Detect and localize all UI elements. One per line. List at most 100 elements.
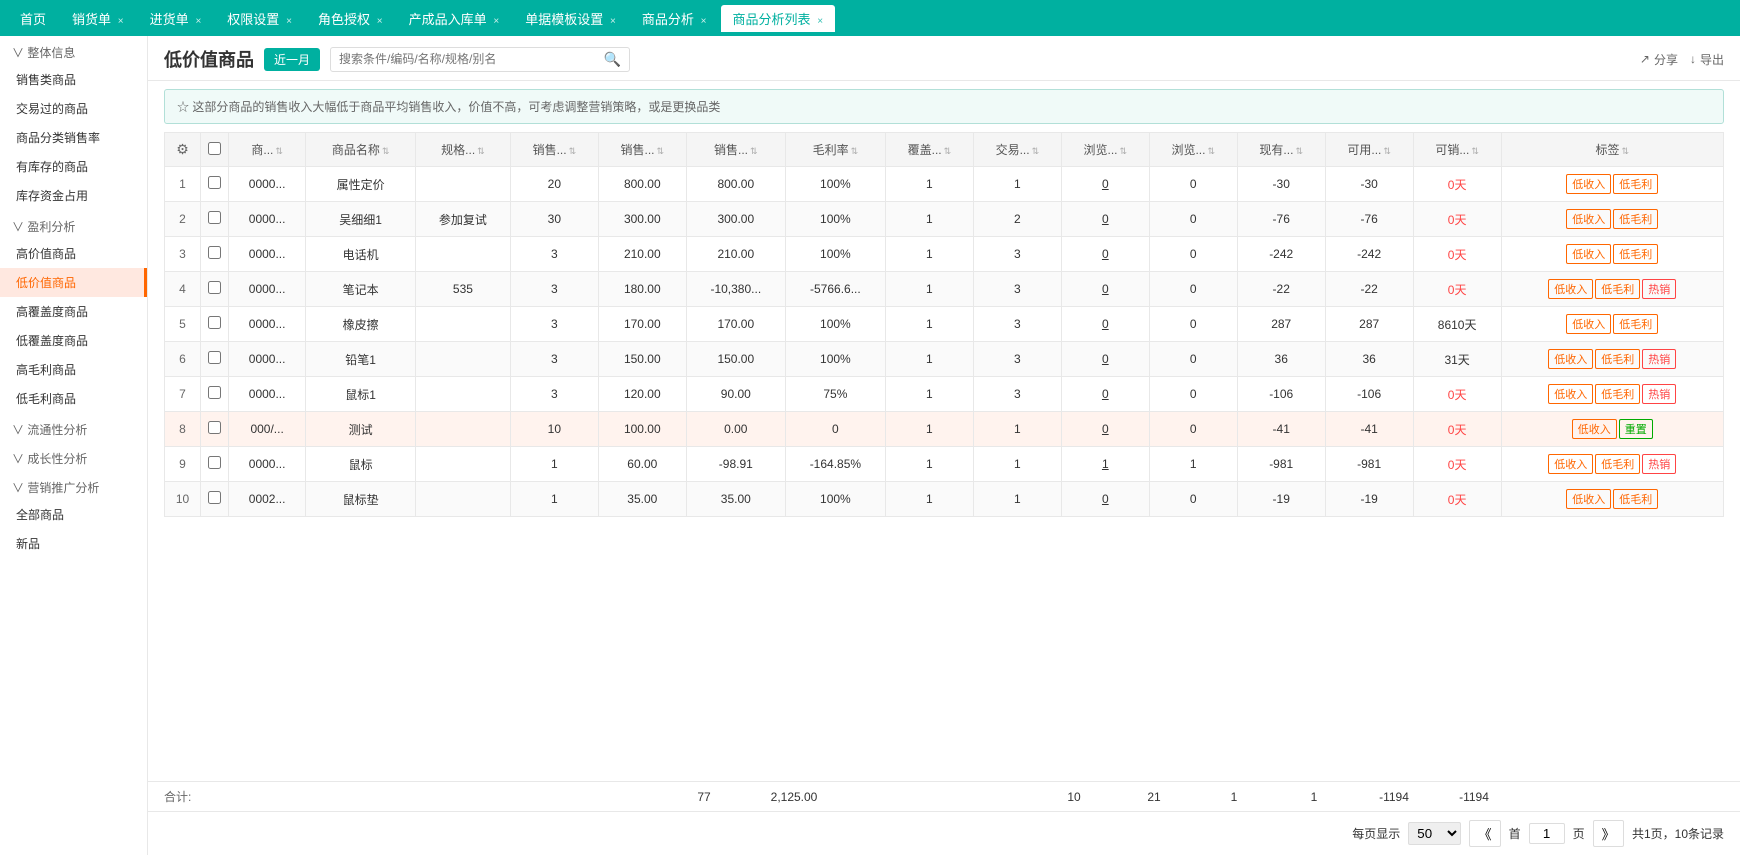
- row-view1[interactable]: 0: [1061, 202, 1149, 237]
- nav-close-icon[interactable]: ×: [698, 16, 707, 27]
- col-name[interactable]: 商品名称⇅: [306, 133, 416, 167]
- sidebar-group-流通性分析[interactable]: ∨ 流通性分析: [0, 413, 147, 442]
- sidebar-item-销售类商品[interactable]: 销售类商品: [0, 65, 147, 94]
- sidebar-item-有库存的商品[interactable]: 有库存的商品: [0, 152, 147, 181]
- share-button[interactable]: ↗ 分享: [1640, 51, 1678, 68]
- gear-col[interactable]: ⚙: [165, 133, 201, 167]
- col-stock[interactable]: 现有...⇅: [1237, 133, 1325, 167]
- row-checkbox-cell[interactable]: [201, 377, 229, 412]
- select-all-checkbox[interactable]: [208, 142, 221, 155]
- row-view1[interactable]: 0: [1061, 377, 1149, 412]
- row-checkbox-cell[interactable]: [201, 237, 229, 272]
- first-page-button[interactable]: 《: [1469, 820, 1500, 847]
- nav-close-icon[interactable]: ×: [374, 16, 383, 27]
- row-checkbox-cell[interactable]: [201, 342, 229, 377]
- row-checkbox-cell[interactable]: [201, 272, 229, 307]
- nav-item-首页[interactable]: 首页: [8, 5, 58, 32]
- view1-link[interactable]: 1: [1102, 457, 1109, 471]
- col-code[interactable]: 商...⇅: [229, 133, 306, 167]
- sidebar-group-营销推广分析[interactable]: ∨ 营销推广分析: [0, 471, 147, 500]
- col-s1[interactable]: 销售...⇅: [510, 133, 598, 167]
- nav-item-商品分析列表[interactable]: 商品分析列表 ×: [721, 5, 836, 32]
- search-icon[interactable]: 🔍: [604, 51, 621, 68]
- col-days[interactable]: 可销...⇅: [1413, 133, 1501, 167]
- sidebar-item-全部商品[interactable]: 全部商品: [0, 500, 147, 529]
- col-gross[interactable]: 毛利率⇅: [785, 133, 885, 167]
- row-checkbox-cell[interactable]: [201, 307, 229, 342]
- nav-close-icon[interactable]: ×: [607, 16, 616, 27]
- page-number-input[interactable]: [1529, 823, 1565, 844]
- nav-item-权限设置[interactable]: 权限设置 ×: [215, 5, 304, 32]
- view1-link[interactable]: 0: [1102, 492, 1109, 506]
- row-checkbox[interactable]: [208, 176, 221, 189]
- nav-close-icon[interactable]: ×: [815, 16, 824, 27]
- row-checkbox[interactable]: [208, 351, 221, 364]
- col-s2[interactable]: 销售...⇅: [598, 133, 686, 167]
- row-checkbox[interactable]: [208, 491, 221, 504]
- row-checkbox[interactable]: [208, 281, 221, 294]
- row-checkbox-cell[interactable]: [201, 412, 229, 447]
- nav-close-icon[interactable]: ×: [491, 16, 500, 27]
- row-checkbox[interactable]: [208, 456, 221, 469]
- view1-link[interactable]: 0: [1102, 422, 1109, 436]
- nav-item-销货单[interactable]: 销货单 ×: [60, 5, 136, 32]
- sidebar-item-低价值商品[interactable]: 低价值商品: [0, 268, 147, 297]
- sidebar-item-交易过的商品[interactable]: 交易过的商品: [0, 94, 147, 123]
- col-view2[interactable]: 浏览...⇅: [1149, 133, 1237, 167]
- row-checkbox[interactable]: [208, 211, 221, 224]
- sidebar-item-库存资金占用[interactable]: 库存资金占用: [0, 181, 147, 210]
- col-avail[interactable]: 可用...⇅: [1325, 133, 1413, 167]
- sidebar-item-低覆盖度商品[interactable]: 低覆盖度商品: [0, 326, 147, 355]
- nav-item-单据模板设置[interactable]: 单据模板设置 ×: [513, 5, 628, 32]
- search-input[interactable]: [339, 52, 598, 66]
- sidebar-group-成长性分析[interactable]: ∨ 成长性分析: [0, 442, 147, 471]
- sidebar-group-整体信息[interactable]: ∨ 整体信息: [0, 36, 147, 65]
- export-button[interactable]: ↓ 导出: [1690, 51, 1724, 68]
- sidebar-group-盈利分析[interactable]: ∨ 盈利分析: [0, 210, 147, 239]
- view1-link[interactable]: 0: [1102, 247, 1109, 261]
- table-wrapper[interactable]: ⚙ 商...⇅ 商品名称⇅ 规格...⇅ 销售...⇅ 销售...⇅ 销售...…: [148, 132, 1740, 781]
- col-trade[interactable]: 交易...⇅: [973, 133, 1061, 167]
- row-checkbox-cell[interactable]: [201, 447, 229, 482]
- col-s3[interactable]: 销售...⇅: [686, 133, 785, 167]
- row-view1[interactable]: 0: [1061, 412, 1149, 447]
- view1-link[interactable]: 0: [1102, 352, 1109, 366]
- col-view1[interactable]: 浏览...⇅: [1061, 133, 1149, 167]
- view1-link[interactable]: 0: [1102, 317, 1109, 331]
- nav-close-icon[interactable]: ×: [115, 16, 124, 27]
- sidebar-item-新品[interactable]: 新品: [0, 529, 147, 558]
- col-spec[interactable]: 规格...⇅: [416, 133, 511, 167]
- nav-item-商品分析[interactable]: 商品分析 ×: [630, 5, 719, 32]
- gear-icon[interactable]: ⚙: [176, 141, 189, 157]
- sidebar-item-高覆盖度商品[interactable]: 高覆盖度商品: [0, 297, 147, 326]
- nav-item-进货单[interactable]: 进货单 ×: [138, 5, 214, 32]
- row-view1[interactable]: 0: [1061, 342, 1149, 377]
- row-view1[interactable]: 0: [1061, 272, 1149, 307]
- row-checkbox-cell[interactable]: [201, 202, 229, 237]
- col-cov[interactable]: 覆盖...⇅: [885, 133, 973, 167]
- row-view1[interactable]: 0: [1061, 237, 1149, 272]
- row-view1[interactable]: 0: [1061, 307, 1149, 342]
- sidebar-item-商品分类销售率[interactable]: 商品分类销售率: [0, 123, 147, 152]
- last-page-button[interactable]: 》: [1593, 820, 1624, 847]
- nav-close-icon[interactable]: ×: [283, 16, 292, 27]
- view1-link[interactable]: 0: [1102, 212, 1109, 226]
- col-tags[interactable]: 标签⇅: [1501, 133, 1723, 167]
- sidebar-item-高毛利商品[interactable]: 高毛利商品: [0, 355, 147, 384]
- filter-button[interactable]: 近一月: [264, 48, 320, 71]
- row-view1[interactable]: 0: [1061, 167, 1149, 202]
- row-checkbox[interactable]: [208, 421, 221, 434]
- row-checkbox[interactable]: [208, 386, 221, 399]
- sidebar-item-低毛利商品[interactable]: 低毛利商品: [0, 384, 147, 413]
- row-view1[interactable]: 1: [1061, 447, 1149, 482]
- per-page-select[interactable]: 50 100 200: [1408, 822, 1461, 845]
- nav-item-角色授权[interactable]: 角色授权 ×: [306, 5, 395, 32]
- view1-link[interactable]: 0: [1102, 177, 1109, 191]
- view1-link[interactable]: 0: [1102, 387, 1109, 401]
- row-checkbox[interactable]: [208, 246, 221, 259]
- row-checkbox[interactable]: [208, 316, 221, 329]
- row-checkbox-cell[interactable]: [201, 482, 229, 517]
- checkbox-col[interactable]: [201, 133, 229, 167]
- nav-item-产成品入库单[interactable]: 产成品入库单 ×: [397, 5, 512, 32]
- nav-close-icon[interactable]: ×: [193, 16, 202, 27]
